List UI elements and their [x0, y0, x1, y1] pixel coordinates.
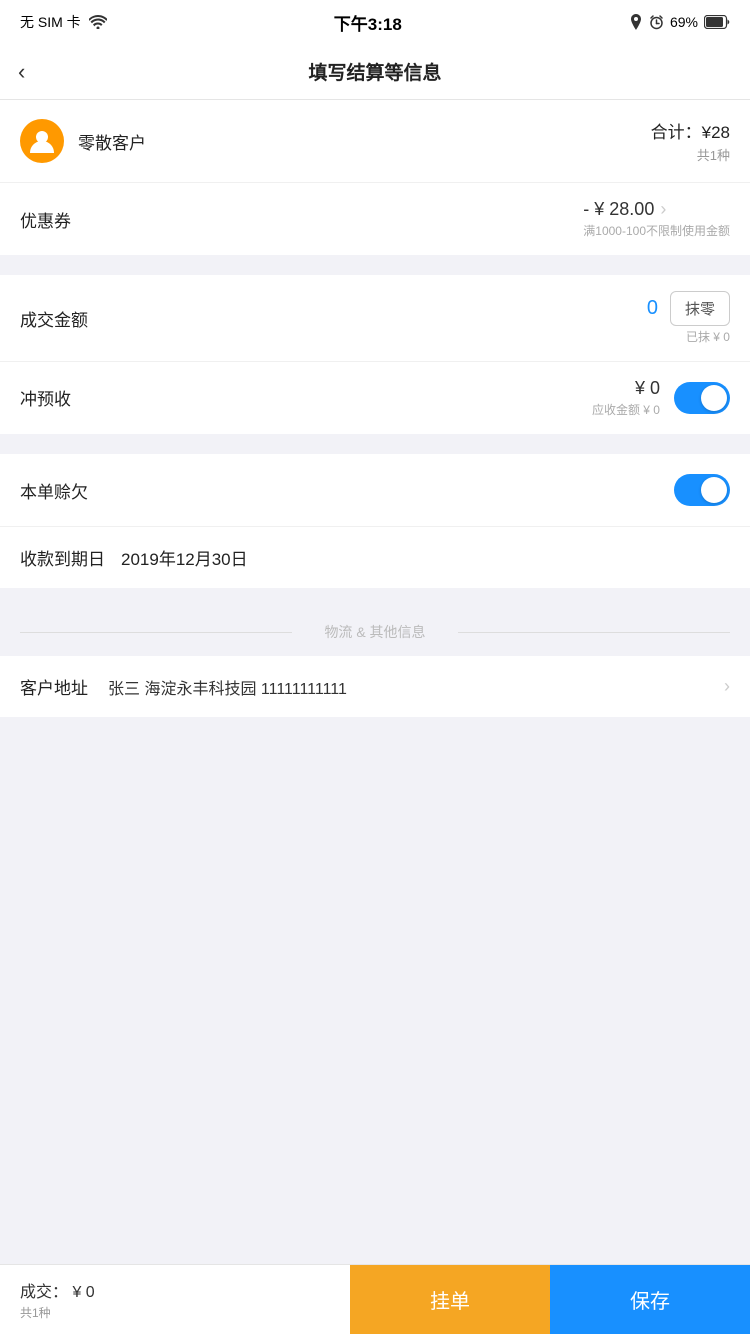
location-icon — [629, 14, 643, 30]
bottom-summary: 成交： ¥ 0 共1种 — [0, 1278, 350, 1321]
spacer — [0, 727, 750, 927]
alarm-icon — [649, 14, 664, 30]
hang-button[interactable]: 挂单 — [350, 1265, 550, 1334]
debt-toggle[interactable] — [674, 474, 730, 506]
debt-label: 本单赊欠 — [20, 478, 88, 503]
coupon-row[interactable]: 优惠券 - ¥ 28.00 › 满1000-100不限制使用金额 — [0, 182, 750, 255]
user-icon — [28, 127, 56, 155]
advance-amount: ¥ 0 — [592, 378, 660, 399]
divider-3 — [0, 598, 750, 608]
debt-row: 本单赊欠 — [0, 454, 750, 526]
address-chevron-icon: › — [724, 676, 730, 697]
address-row[interactable]: 客户地址 张三 海淀永丰科技园 11111111111 › — [0, 656, 750, 717]
coupon-chevron-icon: › — [660, 199, 666, 220]
deal-section: 成交金额 抹零 已抹 ¥ 0 冲预收 ¥ 0 应收金额 ¥ 0 — [0, 275, 750, 434]
deal-amount-label: 成交金额 — [20, 306, 88, 331]
due-date-row: 收款到期日 2019年12月30日 — [0, 526, 750, 588]
round-zero-button[interactable]: 抹零 — [670, 291, 730, 326]
customer-avatar — [20, 119, 64, 163]
address-section: 客户地址 张三 海淀永丰科技园 11111111111 › — [0, 656, 750, 717]
due-date-value: 2019年12月30日 — [121, 545, 248, 570]
advance-row: 冲预收 ¥ 0 应收金额 ¥ 0 — [0, 362, 750, 434]
battery-text: 69% — [670, 14, 698, 30]
status-left: 无 SIM 卡 — [20, 12, 107, 32]
advance-toggle[interactable] — [674, 382, 730, 414]
address-label: 客户地址 — [20, 674, 88, 699]
divider-2 — [0, 444, 750, 454]
customer-row: 零散客户 合计：¥28 共1种 — [0, 100, 750, 182]
coupon-desc: 满1000-100不限制使用金额 — [583, 222, 730, 239]
advance-right: ¥ 0 应收金额 ¥ 0 — [592, 378, 730, 418]
coupon-label: 优惠券 — [20, 207, 71, 232]
wifi-icon — [89, 15, 107, 29]
bottom-count-text: 共1种 — [20, 1304, 330, 1321]
address-value: 张三 海淀永丰科技园 11111111111 — [108, 675, 724, 699]
status-time: 下午3:18 — [334, 10, 402, 35]
coupon-right-wrap: - ¥ 28.00 › 满1000-100不限制使用金额 — [583, 199, 730, 239]
logistics-divider: 物流 & 其他信息 — [0, 608, 750, 656]
back-button[interactable]: ‹ — [18, 59, 25, 85]
status-bar: 无 SIM 卡 下午3:18 69% — [0, 0, 750, 44]
advance-label: 冲预收 — [20, 385, 71, 410]
deal-amount-right: 抹零 — [598, 291, 730, 326]
deal-amount-row: 成交金额 抹零 已抹 ¥ 0 — [0, 275, 750, 362]
customer-total: 合计：¥28 — [651, 118, 730, 143]
advance-sub: 应收金额 ¥ 0 — [592, 401, 660, 418]
battery-icon — [704, 15, 730, 29]
bottom-bar: 成交： ¥ 0 共1种 挂单 保存 — [0, 1264, 750, 1334]
deal-amount-subtext: 已抹 ¥ 0 — [598, 328, 730, 345]
customer-name: 零散客户 — [78, 129, 146, 154]
nav-bar: ‹ 填写结算等信息 — [0, 44, 750, 100]
page-title: 填写结算等信息 — [308, 58, 441, 85]
advance-left: 冲预收 — [20, 385, 71, 412]
customer-count: 共1种 — [651, 145, 730, 164]
debt-section: 本单赊欠 收款到期日 2019年12月30日 — [0, 454, 750, 588]
coupon-value: - ¥ 28.00 — [583, 199, 654, 220]
logistics-label: 物流 & 其他信息 — [324, 622, 425, 642]
deal-amount-input[interactable] — [598, 297, 658, 320]
customer-left: 零散客户 — [20, 119, 146, 163]
save-button[interactable]: 保存 — [550, 1265, 750, 1334]
due-date-label: 收款到期日 — [20, 545, 105, 570]
content-area: 零散客户 合计：¥28 共1种 优惠券 - ¥ 28.00 › 满1000-10… — [0, 100, 750, 1007]
divider-1 — [0, 265, 750, 275]
status-right: 69% — [629, 14, 730, 30]
customer-section: 零散客户 合计：¥28 共1种 优惠券 - ¥ 28.00 › 满1000-10… — [0, 100, 750, 255]
advance-amount-wrap: ¥ 0 应收金额 ¥ 0 — [592, 378, 660, 418]
customer-right: 合计：¥28 共1种 — [651, 118, 730, 164]
bottom-deal-text: 成交： ¥ 0 — [20, 1278, 330, 1302]
no-sim-text: 无 SIM 卡 — [20, 12, 81, 32]
